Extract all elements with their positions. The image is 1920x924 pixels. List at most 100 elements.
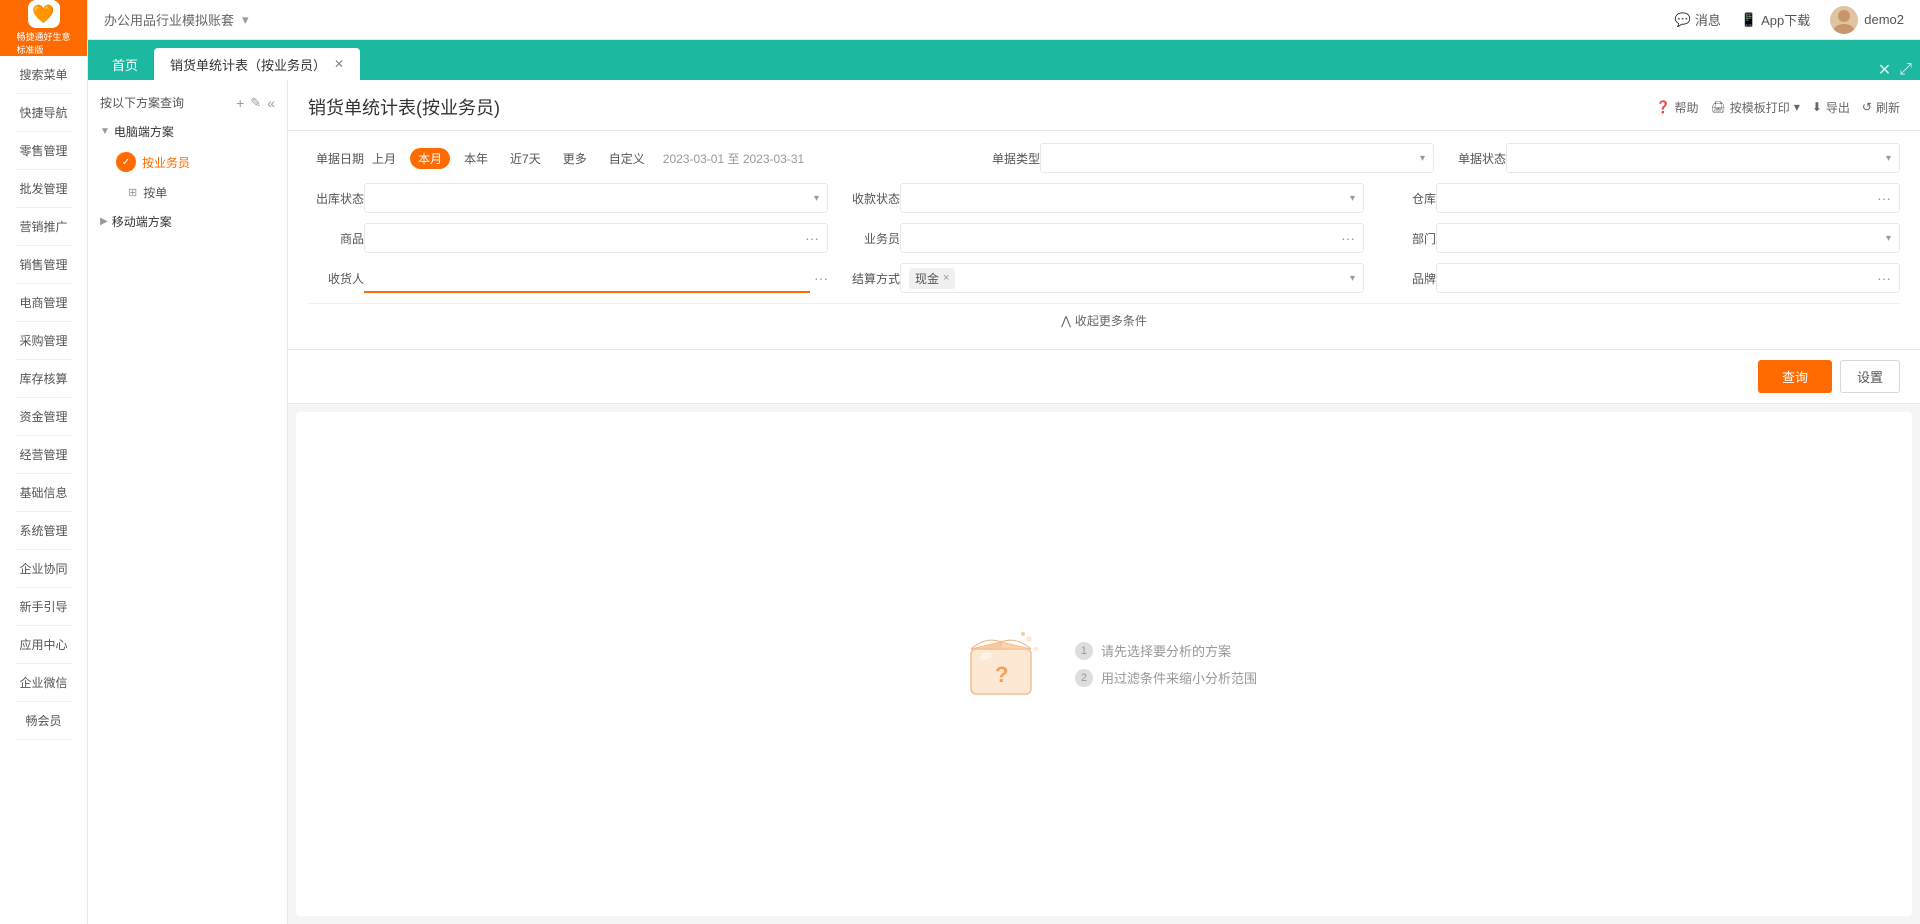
sidebar-item-quick-nav[interactable]: 快捷导航 <box>15 94 71 132</box>
product-select[interactable]: ··· <box>364 223 828 253</box>
page-content: 按以下方案查询 + ✎ « ▼ 电脑端方案 ✓ 按业务员 ⊞ 按单 <box>88 80 1920 924</box>
export-button[interactable]: ⬇ 导出 <box>1812 99 1850 116</box>
edit-scheme-button[interactable]: ✎ <box>250 95 261 111</box>
sales-stat-tab-label: 销货单统计表（按业务员） <box>170 55 326 74</box>
department-select[interactable]: ▾ <box>1436 223 1900 253</box>
sidebar-item-operations[interactable]: 经营管理 <box>15 436 71 474</box>
query-button[interactable]: 查询 <box>1758 360 1832 393</box>
brand-select[interactable]: ··· <box>1436 263 1900 293</box>
sidebar-item-search[interactable]: 搜索菜单 <box>15 56 71 94</box>
tab-sales-stat[interactable]: 销货单统计表（按业务员） ✕ <box>154 48 360 80</box>
sidebar-item-enterprise[interactable]: 企业协同 <box>15 550 71 588</box>
payment-label: 收款状态 <box>844 190 900 207</box>
panel-header-actions: + ✎ « <box>236 95 275 111</box>
settlement-select[interactable]: 现金 × ▾ <box>900 263 1364 293</box>
message-button[interactable]: 💬 消息 <box>1675 10 1721 29</box>
salesperson-select[interactable]: ··· <box>900 223 1364 253</box>
by-order-item[interactable]: ⊞ 按单 <box>88 178 287 207</box>
sidebar-item-retail[interactable]: 零售管理 <box>15 132 71 170</box>
sidebar-item-system[interactable]: 系统管理 <box>15 512 71 550</box>
payment-status-cell: 收款状态 ▾ <box>844 183 1364 213</box>
app-download-button[interactable]: 📱 App下载 <box>1741 10 1810 29</box>
mobile-scheme-parent[interactable]: ▶ 移动端方案 <box>88 207 287 236</box>
more-date-btn[interactable]: 更多 <box>555 148 595 169</box>
sidebar-item-ecommerce[interactable]: 电商管理 <box>15 284 71 322</box>
message-label: 消息 <box>1695 10 1721 29</box>
sidebar-item-wechat[interactable]: 企业微信 <box>15 664 71 702</box>
print-button[interactable]: 🖨 按模板打印 ▾ <box>1711 99 1800 116</box>
header-left: 办公用品行业模拟账套 ▾ <box>104 10 249 29</box>
desktop-scheme-label: 电脑端方案 <box>114 123 174 140</box>
sidebar-item-marketing[interactable]: 营销推广 <box>15 208 71 246</box>
last7days-btn[interactable]: 近7天 <box>502 148 549 169</box>
empty-illustration: ? <box>951 614 1051 714</box>
sidebar-item-basic[interactable]: 基础信息 <box>15 474 71 512</box>
settlement-tag: 现金 × <box>909 268 955 289</box>
print-dropdown-icon[interactable]: ▾ <box>1794 100 1800 114</box>
collapse-filters-button[interactable]: ⋀ 收起更多条件 <box>308 303 1900 337</box>
user-avatar[interactable] <box>1830 6 1858 34</box>
sidebar-item-apps[interactable]: 应用中心 <box>15 626 71 664</box>
tab-expand-icon[interactable]: ⤢ <box>1899 61 1912 79</box>
scheme-tree: ▼ 电脑端方案 ✓ 按业务员 ⊞ 按单 ▶ 移动端方案 <box>88 117 287 236</box>
consignee-label: 收货人 <box>308 270 364 287</box>
date-filter-cell: 单据日期 上月 本月 本年 近7天 更多 自定义 2023-03-01 至 20… <box>308 148 968 169</box>
order-status-label: 单据状态 <box>1450 150 1506 167</box>
collapse-panel-button[interactable]: « <box>267 95 275 111</box>
sidebar-item-sales[interactable]: 销售管理 <box>15 246 71 284</box>
sidebar-item-inventory[interactable]: 库存核算 <box>15 360 71 398</box>
filter-row-4: 收货人 ··· 结算方式 现金 × ▾ <box>308 263 1900 293</box>
consignee-cell: 收货人 ··· <box>308 263 828 293</box>
refresh-icon: ↺ <box>1862 100 1872 114</box>
by-order-icon: ⊞ <box>128 186 137 199</box>
sidebar: 🧡 畅捷通好生意标准版 搜索菜单快捷导航零售管理批发管理营销推广销售管理电商管理… <box>0 0 88 924</box>
tree-arrow-down: ▼ <box>100 126 110 137</box>
department-cell: 部门 ▾ <box>1380 223 1900 253</box>
panel-header: 按以下方案查询 + ✎ « <box>88 88 287 117</box>
tab-close-icon[interactable]: ✕ <box>334 57 344 71</box>
payment-status-select[interactable]: ▾ <box>900 183 1364 213</box>
tab-home[interactable]: 首页 <box>96 48 154 80</box>
salesperson-label: 业务员 <box>844 230 900 247</box>
by-salesperson-item[interactable]: ✓ 按业务员 <box>88 146 287 178</box>
settlement-tag-close-icon[interactable]: × <box>943 272 949 284</box>
collapse-arrow-icon: ⋀ <box>1061 314 1071 328</box>
header-dropdown-icon[interactable]: ▾ <box>242 12 249 28</box>
salesperson-cell: 业务员 ··· <box>844 223 1364 253</box>
top-header: 办公用品行业模拟账套 ▾ 💬 消息 📱 App下载 demo2 <box>88 0 1920 40</box>
cur-month-btn[interactable]: 本月 <box>410 148 450 169</box>
mobile-scheme-label: 移动端方案 <box>112 213 172 230</box>
page-title: 销货单统计表(按业务员) <box>308 94 500 120</box>
refresh-label: 刷新 <box>1876 99 1900 116</box>
help-button[interactable]: ❓ 帮助 <box>1656 99 1699 116</box>
refresh-button[interactable]: ↺ 刷新 <box>1862 99 1900 116</box>
tab-bar-actions: ✕ ⤢ <box>1878 60 1912 80</box>
consignee-input[interactable] <box>364 263 810 293</box>
brand-label: 品牌 <box>1380 270 1436 287</box>
desktop-scheme-parent[interactable]: ▼ 电脑端方案 <box>88 117 287 146</box>
sidebar-item-member[interactable]: 畅会员 <box>15 702 71 740</box>
tip-text-2: 用过滤条件来缩小分析范围 <box>1101 668 1257 687</box>
cur-year-btn[interactable]: 本年 <box>456 148 496 169</box>
shipment-status-select[interactable]: ▾ <box>364 183 828 213</box>
prev-month-btn[interactable]: 上月 <box>364 148 404 169</box>
user-menu[interactable]: demo2 <box>1830 6 1904 34</box>
consignee-dots[interactable]: ··· <box>814 270 828 286</box>
sidebar-item-purchase[interactable]: 采购管理 <box>15 322 71 360</box>
add-scheme-button[interactable]: + <box>236 95 244 111</box>
warehouse-dots[interactable]: ··· <box>1877 190 1891 206</box>
order-type-select[interactable]: ▾ <box>1040 143 1434 173</box>
custom-date-btn[interactable]: 自定义 <box>601 148 653 169</box>
tab-close-all-icon[interactable]: ✕ <box>1878 60 1891 80</box>
order-status-select[interactable]: ▾ <box>1506 143 1900 173</box>
sidebar-item-wholesale[interactable]: 批发管理 <box>15 170 71 208</box>
brand-dots[interactable]: ··· <box>1877 270 1891 286</box>
setting-button[interactable]: 设置 <box>1840 360 1900 393</box>
sidebar-item-guide[interactable]: 新手引导 <box>15 588 71 626</box>
warehouse-select[interactable]: ··· <box>1436 183 1900 213</box>
product-dots[interactable]: ··· <box>805 230 819 246</box>
app-logo[interactable]: 🧡 畅捷通好生意标准版 <box>0 0 88 56</box>
empty-tip-2: 2 用过滤条件来缩小分析范围 <box>1075 668 1257 687</box>
salesperson-dots[interactable]: ··· <box>1341 230 1355 246</box>
sidebar-item-finance[interactable]: 资金管理 <box>15 398 71 436</box>
